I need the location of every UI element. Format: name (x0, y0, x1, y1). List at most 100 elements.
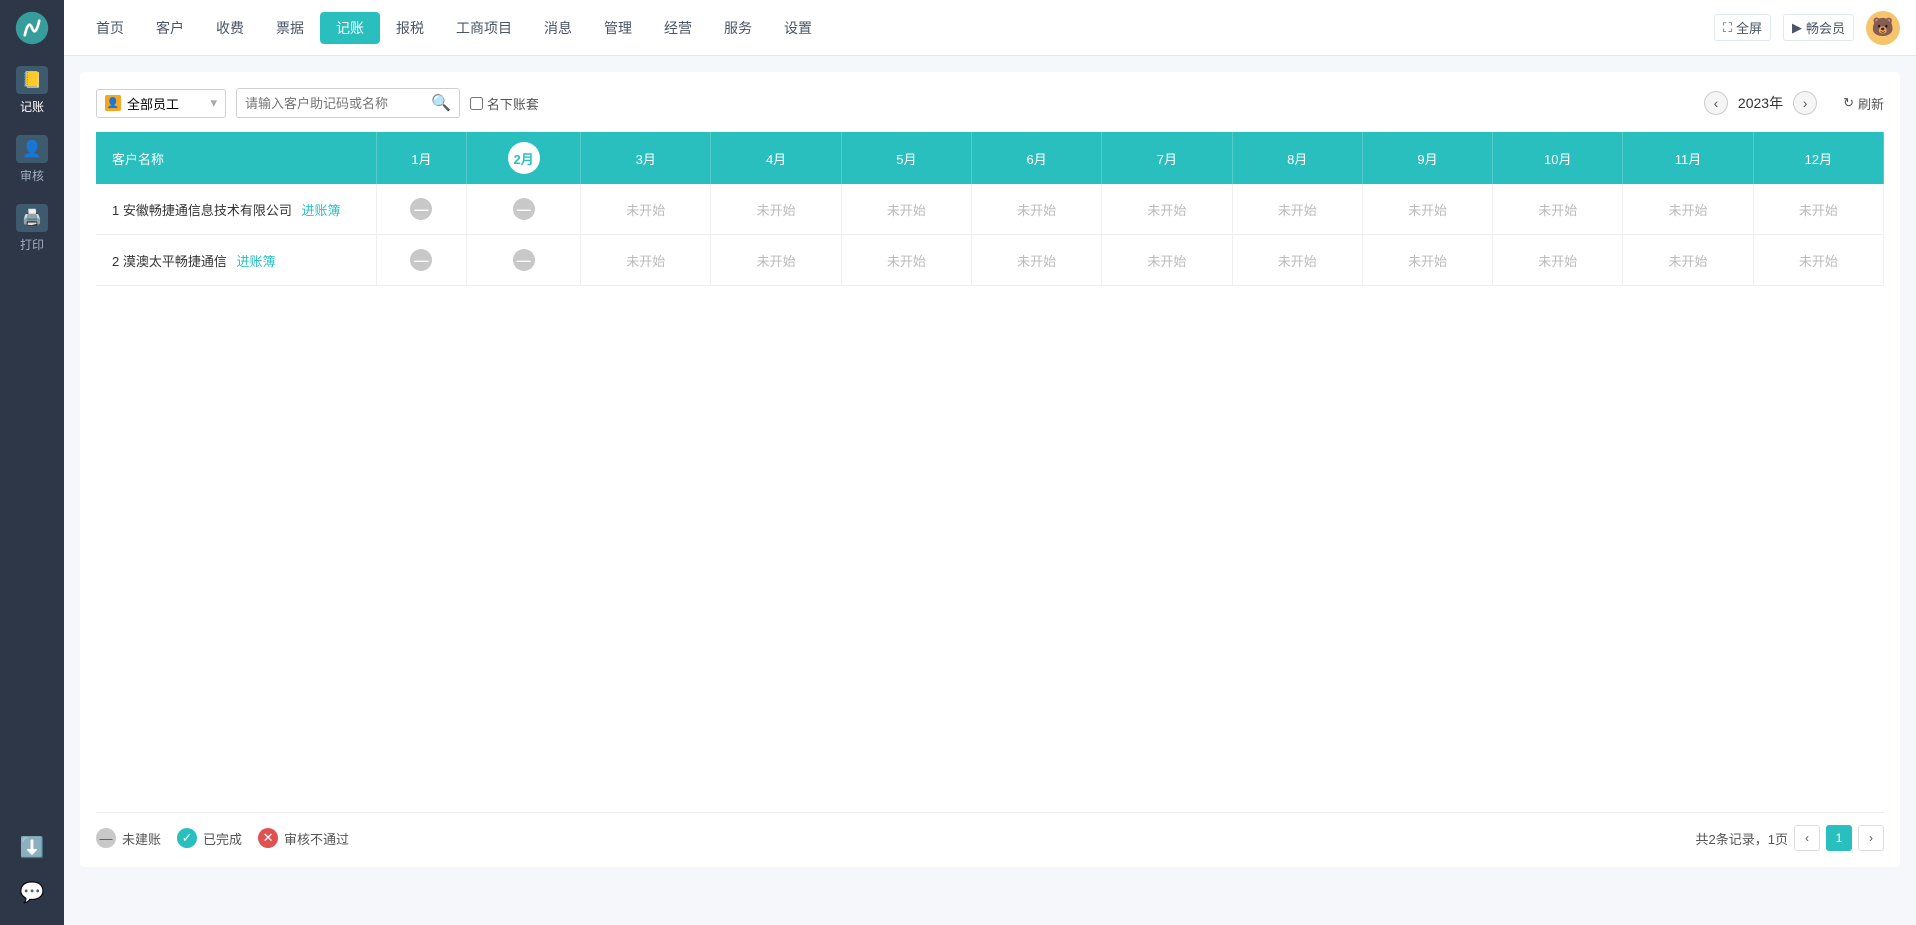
next-page-button[interactable]: › (1858, 825, 1884, 851)
fullscreen-icon: ⛶ (1723, 20, 1732, 36)
month-cell-1[interactable]: — (376, 184, 467, 235)
col-mar[interactable]: 3月 (581, 132, 711, 184)
month-cell-10[interactable]: 未开始 (1493, 235, 1623, 286)
client-name: 安徽畅捷通信息技术有限公司 (123, 203, 292, 218)
not-started-label: 未开始 (1669, 203, 1708, 218)
col-sep[interactable]: 9月 (1362, 132, 1492, 184)
not-started-label: 未开始 (1538, 203, 1577, 218)
refresh-button[interactable]: ↻ 刷新 (1843, 94, 1884, 113)
nav-tax[interactable]: 报税 (380, 12, 440, 44)
enter-ledger-link[interactable]: 进账簿 (302, 203, 341, 218)
nav-settings[interactable]: 设置 (768, 12, 828, 44)
month-cell-5[interactable]: 未开始 (841, 184, 971, 235)
next-year-button[interactable]: › (1793, 91, 1817, 115)
sidebar-bottom: ⬇️ 💬 (0, 827, 64, 925)
status-dash-icon: — (410, 249, 432, 271)
month-cell-4[interactable]: 未开始 (711, 235, 841, 286)
content-area: 👤 全部员工 ▾ 🔍 名下账套 ‹ 2023年 › (64, 56, 1916, 925)
not-started-label: 未开始 (1799, 203, 1838, 218)
download-icon: ⬇️ (20, 835, 45, 860)
nav-service[interactable]: 服务 (708, 12, 768, 44)
month-cell-11[interactable]: 未开始 (1623, 184, 1753, 235)
prev-year-button[interactable]: ‹ (1704, 91, 1728, 115)
table-row: 1 安徽畅捷通信息技术有限公司 进账簿——未开始未开始未开始未开始未开始未开始未… (96, 184, 1884, 235)
not-started-label: 未开始 (757, 203, 796, 218)
enter-ledger-link[interactable]: 进账簿 (237, 254, 276, 269)
month-cell-2[interactable]: — (467, 184, 581, 235)
col-dec[interactable]: 12月 (1753, 132, 1883, 184)
employee-select[interactable]: 👤 全部员工 ▾ (96, 89, 226, 118)
col-jun[interactable]: 6月 (972, 132, 1102, 184)
checkbox-label: 名下账套 (487, 94, 539, 113)
bookkeeping-icon: 📒 (16, 66, 48, 94)
not-started-label: 未开始 (1538, 254, 1577, 269)
month-cell-5[interactable]: 未开始 (841, 235, 971, 286)
not-started-label: 未开始 (1147, 203, 1186, 218)
sidebar: 📒 记账 👤 审核 🖨️ 打印 ⬇️ 💬 (0, 0, 64, 925)
not-started-label: 未开始 (1408, 203, 1447, 218)
col-jan[interactable]: 1月 (376, 132, 467, 184)
sidebar-support[interactable]: 💬 (0, 872, 64, 913)
col-may[interactable]: 5月 (841, 132, 971, 184)
col-oct[interactable]: 10月 (1493, 132, 1623, 184)
col-aug[interactable]: 8月 (1232, 132, 1362, 184)
toolbar: 👤 全部员工 ▾ 🔍 名下账套 ‹ 2023年 › (96, 88, 1884, 118)
search-button[interactable]: 🔍 (431, 93, 451, 113)
nav-fee[interactable]: 收费 (200, 12, 260, 44)
year-label: 2023年 (1738, 93, 1783, 113)
nav-client[interactable]: 客户 (140, 12, 200, 44)
col-jul[interactable]: 7月 (1102, 132, 1232, 184)
prev-page-button[interactable]: ‹ (1794, 825, 1820, 851)
month-cell-9[interactable]: 未开始 (1362, 184, 1492, 235)
month-cell-3[interactable]: 未开始 (581, 235, 711, 286)
client-name-cell: 1 安徽畅捷通信息技术有限公司 进账簿 (96, 184, 376, 235)
not-started-label: 未开始 (1278, 254, 1317, 269)
nav-operation[interactable]: 经营 (648, 12, 708, 44)
month-cell-7[interactable]: 未开始 (1102, 235, 1232, 286)
not-started-label: 未开始 (1278, 203, 1317, 218)
vip-button[interactable]: ▶ 畅会员 (1783, 14, 1854, 41)
nav-home[interactable]: 首页 (80, 12, 140, 44)
month-cell-12[interactable]: 未开始 (1753, 184, 1883, 235)
month-cell-10[interactable]: 未开始 (1493, 184, 1623, 235)
month-cell-8[interactable]: 未开始 (1232, 184, 1362, 235)
month-cell-1[interactable]: — (376, 235, 467, 286)
nav-invoice[interactable]: 票据 (260, 12, 320, 44)
col-apr[interactable]: 4月 (711, 132, 841, 184)
footer: — 未建账 ✓ 已完成 ✕ 审核不通过 共2条记录，1页 ‹ 1 › (96, 812, 1884, 851)
search-input[interactable] (245, 96, 425, 111)
sidebar-item-audit[interactable]: 👤 审核 (0, 125, 64, 194)
top-nav: 首页 客户 收费 票据 记账 报税 工商项目 消息 管理 经营 服务 设置 ⛶ … (64, 0, 1916, 56)
month-cell-9[interactable]: 未开始 (1362, 235, 1492, 286)
month-cell-8[interactable]: 未开始 (1232, 235, 1362, 286)
nav-bookkeeping[interactable]: 记账 (320, 12, 380, 44)
col-feb[interactable]: 2月 (467, 132, 581, 184)
pagination: 共2条记录，1页 ‹ 1 › (1696, 825, 1884, 851)
month-cell-11[interactable]: 未开始 (1623, 235, 1753, 286)
month-cell-2[interactable]: — (467, 235, 581, 286)
month-cell-7[interactable]: 未开始 (1102, 184, 1232, 235)
fullscreen-button[interactable]: ⛶ 全屏 (1714, 14, 1771, 41)
table-row: 2 漠澳太平畅捷通信 进账簿——未开始未开始未开始未开始未开始未开始未开始未开始… (96, 235, 1884, 286)
month-cell-6[interactable]: 未开始 (972, 235, 1102, 286)
nav-business[interactable]: 工商项目 (440, 12, 528, 44)
col-nov[interactable]: 11月 (1623, 132, 1753, 184)
myaccount-checkbox[interactable] (470, 97, 483, 110)
myaccount-checkbox-wrap[interactable]: 名下账套 (470, 94, 539, 113)
row-index: 1 (112, 203, 119, 218)
sidebar-item-print[interactable]: 🖨️ 打印 (0, 194, 64, 263)
client-name-cell: 2 漠澳太平畅捷通信 进账簿 (96, 235, 376, 286)
status-dash-icon: — (513, 198, 535, 220)
page-1-button[interactable]: 1 (1826, 825, 1852, 851)
sidebar-download[interactable]: ⬇️ (0, 827, 64, 868)
month-cell-3[interactable]: 未开始 (581, 184, 711, 235)
user-avatar[interactable]: 🐻 (1866, 11, 1900, 45)
month-cell-12[interactable]: 未开始 (1753, 235, 1883, 286)
bookkeeping-table: 客户名称 1月 2月 3月 4月 5月 6月 7月 8月 9月 (96, 132, 1884, 286)
sidebar-item-bookkeeping[interactable]: 📒 记账 (0, 56, 64, 125)
month-cell-6[interactable]: 未开始 (972, 184, 1102, 235)
nav-message[interactable]: 消息 (528, 12, 588, 44)
month-cell-4[interactable]: 未开始 (711, 184, 841, 235)
not-started-label: 未开始 (626, 254, 665, 269)
nav-manage[interactable]: 管理 (588, 12, 648, 44)
